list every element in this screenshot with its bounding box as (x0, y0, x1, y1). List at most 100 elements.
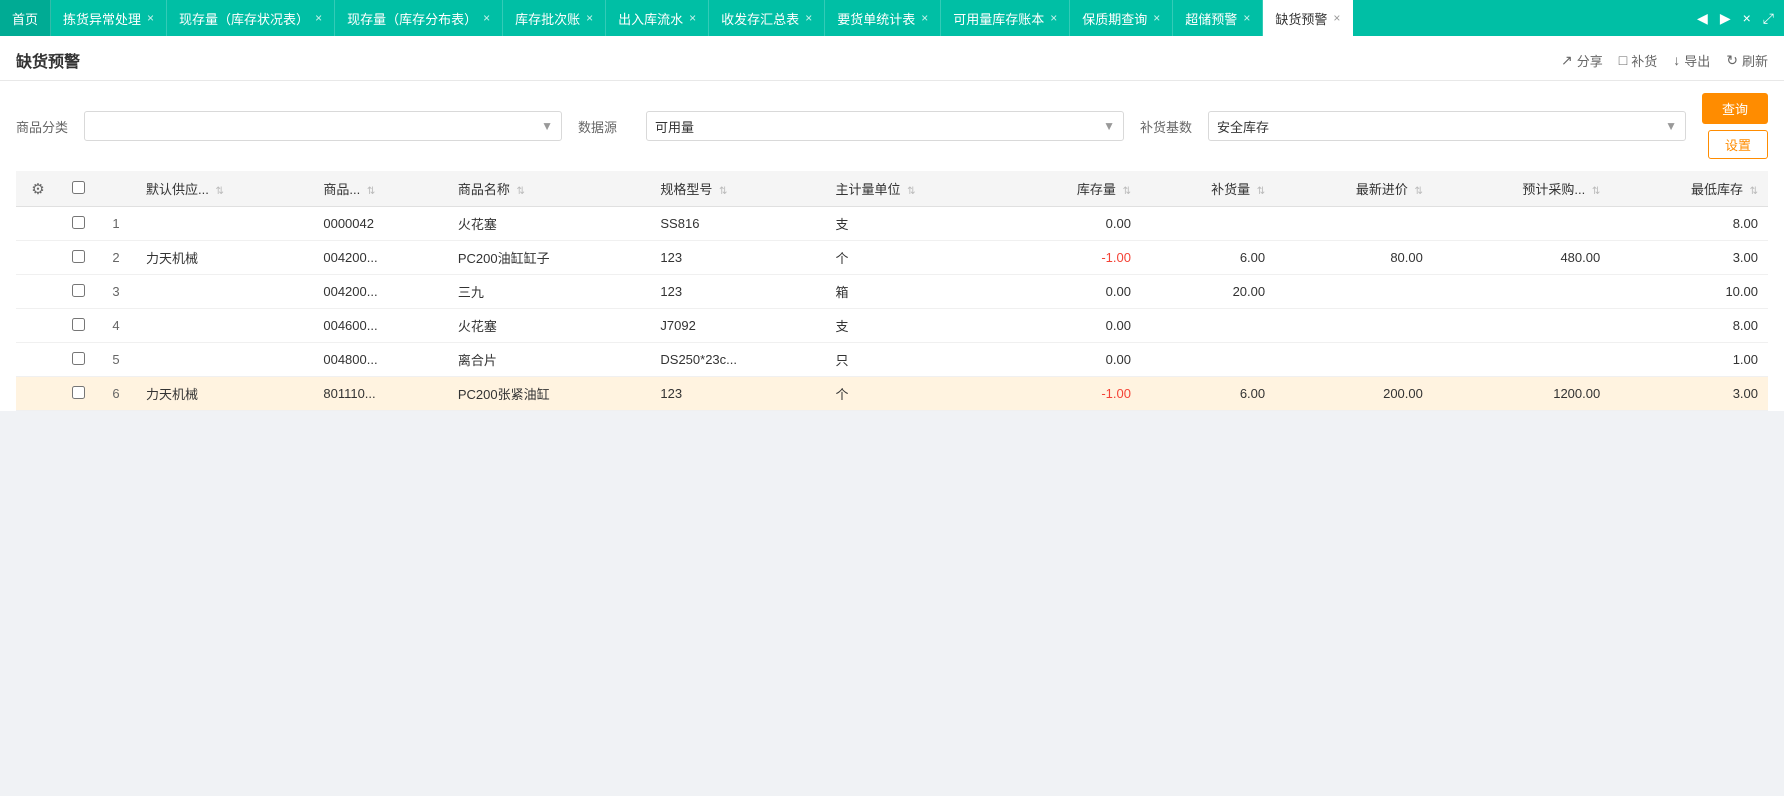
share-button[interactable]: ↗ 分享 (1561, 51, 1603, 70)
table-row: 6 力天机械 801110... PC200张紧油缸 123 个 -1.00 6… (16, 377, 1768, 411)
replenish-button[interactable]: □ 补货 (1619, 51, 1657, 70)
tab-shortage[interactable]: 缺货预警 × (1263, 0, 1353, 36)
tab-overstock[interactable]: 超储预警 × (1173, 0, 1263, 36)
tab-receive[interactable]: 收发存汇总表 × (709, 0, 825, 36)
category-filter: 商品分类 ▼ (16, 111, 562, 141)
row-name-4: 离合片 (448, 343, 651, 377)
export-button[interactable]: ↓ 导出 (1673, 51, 1710, 70)
row-unit-5: 个 (825, 377, 1006, 411)
col-check-header (60, 171, 96, 207)
col-index (96, 171, 136, 207)
col-gear: ⚙ (16, 171, 60, 207)
close-tab-shortage[interactable]: × (1333, 11, 1340, 25)
col-replenish-header[interactable]: 补货量 ⇅ (1141, 171, 1275, 207)
row-replenish-5: 6.00 (1141, 377, 1275, 411)
row-replenish-2: 20.00 (1141, 275, 1275, 309)
col-min-stock-header[interactable]: 最低库存 ⇅ (1610, 171, 1768, 207)
row-check-2[interactable] (60, 275, 96, 309)
datasource-select[interactable]: 可用量 ▼ (646, 111, 1124, 141)
close-tab-batch[interactable]: × (586, 11, 593, 25)
close-tab-stock-dist[interactable]: × (483, 11, 490, 25)
tab-stock-status[interactable]: 现存量（库存状况表） × (167, 0, 335, 36)
col-supplier-header[interactable]: 默认供应... ⇅ (136, 171, 313, 207)
row-check-5[interactable] (60, 377, 96, 411)
tab-abnormal[interactable]: 拣货异常处理 × (51, 0, 167, 36)
tab-order-stat[interactable]: 要货单统计表 × (825, 0, 941, 36)
row-est-purchase-0 (1433, 207, 1610, 241)
page-title: 缺货预警 (16, 48, 80, 72)
replenish-select[interactable]: 安全库存 ▼ (1208, 111, 1686, 141)
row-gear-0 (16, 207, 60, 241)
category-select[interactable]: ▼ (84, 111, 562, 141)
row-stock-2: 0.00 (1007, 275, 1141, 309)
row-check-1[interactable] (60, 241, 96, 275)
row-checkbox-4[interactable] (72, 352, 85, 365)
latest-price-sort-icon: ⇅ (1414, 186, 1422, 197)
row-checkbox-2[interactable] (72, 284, 85, 297)
row-check-0[interactable] (60, 207, 96, 241)
row-unit-4: 只 (825, 343, 1006, 377)
col-stock-header[interactable]: 库存量 ⇅ (1007, 171, 1141, 207)
tab-expand-button[interactable]: ⤢ (1757, 0, 1780, 36)
row-name-1: PC200油缸缸子 (448, 241, 651, 275)
filter-bar: 商品分类 ▼ 数据源 可用量 ▼ 补货基数 安全库存 ▼ 查询 设置 (0, 81, 1784, 171)
row-unit-3: 支 (825, 309, 1006, 343)
replenish-filter: 补货基数 安全库存 ▼ (1140, 111, 1686, 141)
datasource-chevron-icon: ▼ (1103, 119, 1115, 133)
row-check-4[interactable] (60, 343, 96, 377)
close-tab-avail-ledger[interactable]: × (1050, 11, 1057, 25)
row-min-stock-2: 10.00 (1610, 275, 1768, 309)
datasource-label: 数据源 (578, 117, 638, 136)
row-index-5: 6 (96, 377, 136, 411)
close-tab-expiry[interactable]: × (1153, 11, 1160, 25)
col-name-header[interactable]: 商品名称 ⇅ (448, 171, 651, 207)
close-tab-overstock[interactable]: × (1243, 11, 1250, 25)
tab-expiry[interactable]: 保质期查询 × (1070, 0, 1173, 36)
row-stock-5: -1.00 (1007, 377, 1141, 411)
main-content: 缺货预警 ↗ 分享 □ 补货 ↓ 导出 ↻ 刷新 商品分类 (0, 36, 1784, 411)
tab-next-button[interactable]: ▶ (1714, 0, 1737, 36)
col-est-purchase-header[interactable]: 预计采购... ⇅ (1433, 171, 1610, 207)
tab-avail-ledger[interactable]: 可用量库存账本 × (941, 0, 1070, 36)
col-spec-header[interactable]: 规格型号 ⇅ (650, 171, 825, 207)
row-est-purchase-5: 1200.00 (1433, 377, 1610, 411)
column-settings-icon[interactable]: ⚙ (31, 181, 44, 198)
row-gear-2 (16, 275, 60, 309)
close-tab-inout[interactable]: × (689, 11, 696, 25)
tab-nav-buttons: ◀ ▶ × ⤢ (1687, 0, 1784, 36)
row-name-0: 火花塞 (448, 207, 651, 241)
row-replenish-4 (1141, 343, 1275, 377)
row-check-3[interactable] (60, 309, 96, 343)
close-tab-stock-status[interactable]: × (315, 11, 322, 25)
close-tab-order-stat[interactable]: × (921, 11, 928, 25)
min-stock-sort-icon: ⇅ (1750, 186, 1758, 197)
row-index-1: 2 (96, 241, 136, 275)
close-tab-receive[interactable]: × (805, 11, 812, 25)
settings-button[interactable]: 设置 (1708, 130, 1768, 159)
row-replenish-0 (1141, 207, 1275, 241)
row-checkbox-1[interactable] (72, 250, 85, 263)
col-unit-header[interactable]: 主计量单位 ⇅ (825, 171, 1006, 207)
row-code-1: 004200... (313, 241, 448, 275)
col-latest-price-header[interactable]: 最新进价 ⇅ (1275, 171, 1433, 207)
row-checkbox-3[interactable] (72, 318, 85, 331)
close-tab-abnormal[interactable]: × (147, 11, 154, 25)
col-code-header[interactable]: 商品... ⇅ (313, 171, 448, 207)
row-code-2: 004200... (313, 275, 448, 309)
row-index-4: 5 (96, 343, 136, 377)
tab-close-all-button[interactable]: × (1737, 0, 1757, 36)
row-checkbox-5[interactable] (72, 386, 85, 399)
tab-inout[interactable]: 出入库流水 × (606, 0, 709, 36)
row-stock-1: -1.00 (1007, 241, 1141, 275)
row-checkbox-0[interactable] (72, 216, 85, 229)
tab-stock-dist[interactable]: 现存量（库存分布表） × (335, 0, 503, 36)
tab-home[interactable]: 首页 (0, 0, 51, 36)
tab-batch[interactable]: 库存批次账 × (503, 0, 606, 36)
row-code-3: 004600... (313, 309, 448, 343)
tab-prev-button[interactable]: ◀ (1691, 0, 1714, 36)
row-latest-price-3 (1275, 309, 1433, 343)
refresh-button[interactable]: ↻ 刷新 (1726, 51, 1768, 70)
select-all-checkbox[interactable] (72, 181, 85, 194)
row-stock-3: 0.00 (1007, 309, 1141, 343)
query-button[interactable]: 查询 (1702, 93, 1768, 124)
